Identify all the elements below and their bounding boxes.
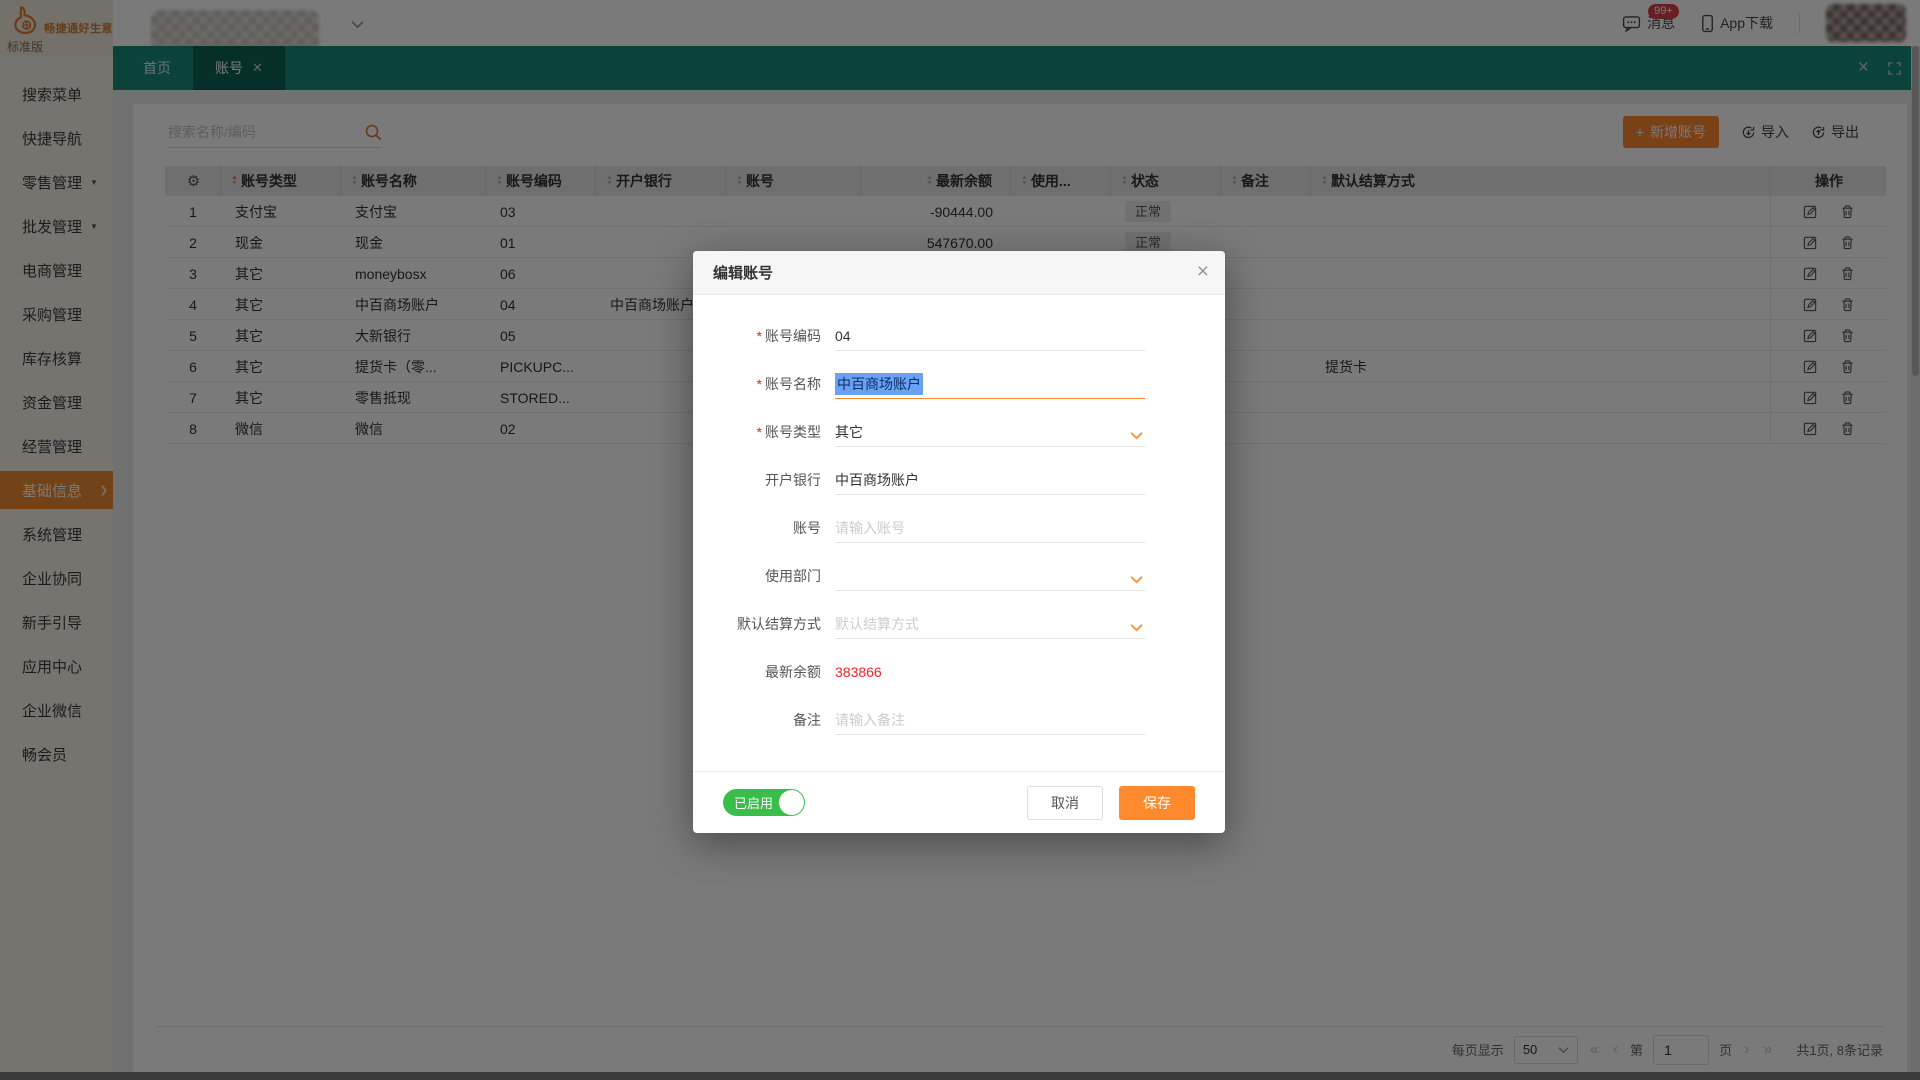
dept-select[interactable]	[835, 561, 1145, 591]
required-mark: *	[756, 424, 762, 440]
field-account: 账号	[693, 513, 1225, 543]
code-input[interactable]: 04	[835, 321, 1145, 351]
enabled-toggle[interactable]: 已启用	[723, 789, 806, 816]
chevron-down-icon	[1130, 427, 1143, 443]
chevron-down-icon	[1130, 571, 1143, 587]
bank-input[interactable]: 中百商场账户	[835, 465, 1145, 495]
field-remark: 备注	[693, 705, 1225, 735]
close-icon[interactable]: ×	[1197, 260, 1209, 284]
selected-text: 中百商场账户	[835, 372, 923, 395]
account-number-input[interactable]	[835, 513, 1145, 543]
required-mark: *	[756, 376, 762, 392]
field-name: * 账号名称 中百商场账户	[693, 369, 1225, 399]
toggle-knob-icon	[779, 790, 805, 815]
remark-input[interactable]	[835, 705, 1145, 735]
field-bank: 开户银行 中百商场账户	[693, 465, 1225, 495]
modal-header: 编辑账号 ×	[693, 251, 1225, 295]
type-select[interactable]: 其它	[835, 417, 1145, 447]
name-input[interactable]: 中百商场账户	[835, 369, 1145, 399]
field-code: * 账号编码 04	[693, 321, 1225, 351]
settle-select[interactable]: 默认结算方式	[835, 609, 1145, 639]
field-balance: 最新余额 383866	[693, 657, 1225, 687]
balance-value: 383866	[835, 664, 882, 680]
save-button[interactable]: 保存	[1119, 785, 1195, 820]
modal-footer: 已启用 取消 保存	[693, 771, 1225, 833]
modal-title: 编辑账号	[713, 265, 774, 282]
required-mark: *	[756, 328, 762, 344]
field-type: * 账号类型 其它	[693, 417, 1225, 447]
field-settle: 默认结算方式 默认结算方式	[693, 609, 1225, 639]
field-dept: 使用部门	[693, 561, 1225, 591]
chevron-down-icon	[1130, 619, 1143, 635]
edit-account-modal: 编辑账号 × * 账号编码 04 * 账号名称 中百商场账户 * 账号类型 其它 开户…	[693, 251, 1225, 833]
cancel-button[interactable]: 取消	[1027, 785, 1103, 820]
